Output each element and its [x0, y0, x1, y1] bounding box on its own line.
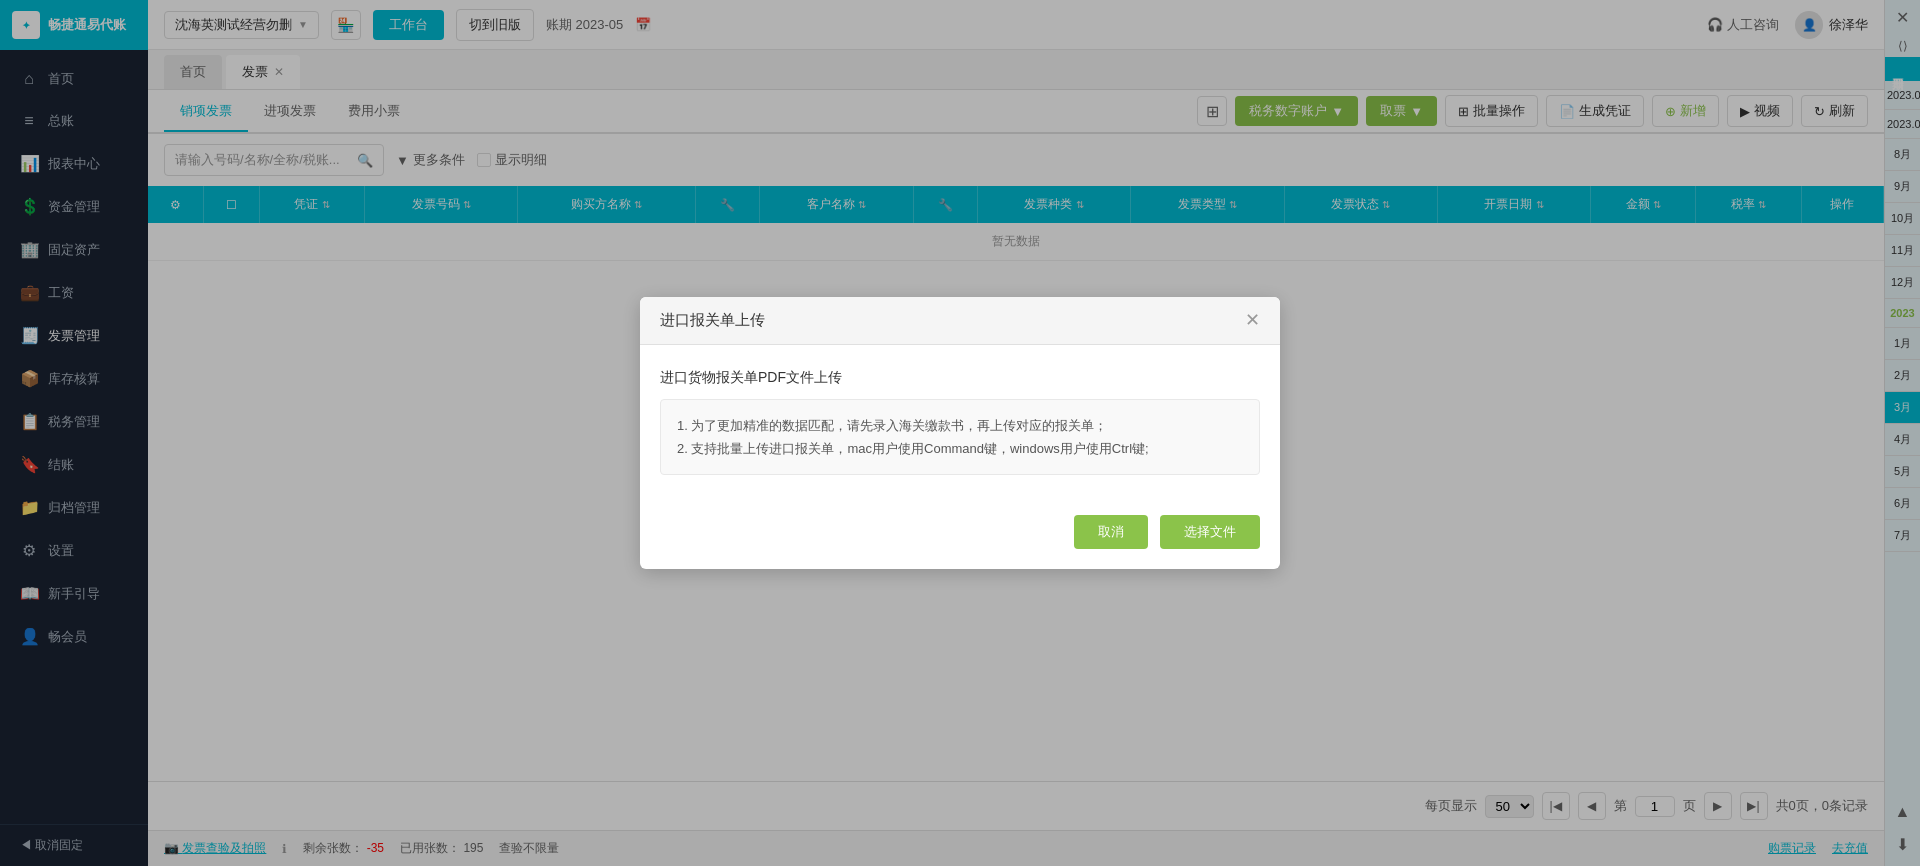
modal-body: 进口货物报关单PDF文件上传 1. 为了更加精准的数据匹配，请先录入海关缴款书，…	[640, 345, 1280, 500]
modal-info-box: 1. 为了更加精准的数据匹配，请先录入海关缴款书，再上传对应的报关单； 2. 支…	[660, 399, 1260, 476]
modal-cancel-button[interactable]: 取消	[1074, 515, 1148, 549]
modal-select-file-button[interactable]: 选择文件	[1160, 515, 1260, 549]
modal-title: 进口报关单上传	[660, 311, 765, 330]
modal-overlay[interactable]: 进口报关单上传 ✕ 进口货物报关单PDF文件上传 1. 为了更加精准的数据匹配，…	[0, 0, 1920, 866]
import-customs-modal: 进口报关单上传 ✕ 进口货物报关单PDF文件上传 1. 为了更加精准的数据匹配，…	[640, 297, 1280, 570]
modal-info-item-2: 2. 支持批量上传进口报关单，mac用户使用Command键，windows用户…	[677, 437, 1243, 460]
modal-footer: 取消 选择文件	[640, 499, 1280, 569]
modal-section-title: 进口货物报关单PDF文件上传	[660, 369, 1260, 387]
modal-header: 进口报关单上传 ✕	[640, 297, 1280, 345]
modal-close-button[interactable]: ✕	[1245, 311, 1260, 329]
modal-info-item-1: 1. 为了更加精准的数据匹配，请先录入海关缴款书，再上传对应的报关单；	[677, 414, 1243, 437]
